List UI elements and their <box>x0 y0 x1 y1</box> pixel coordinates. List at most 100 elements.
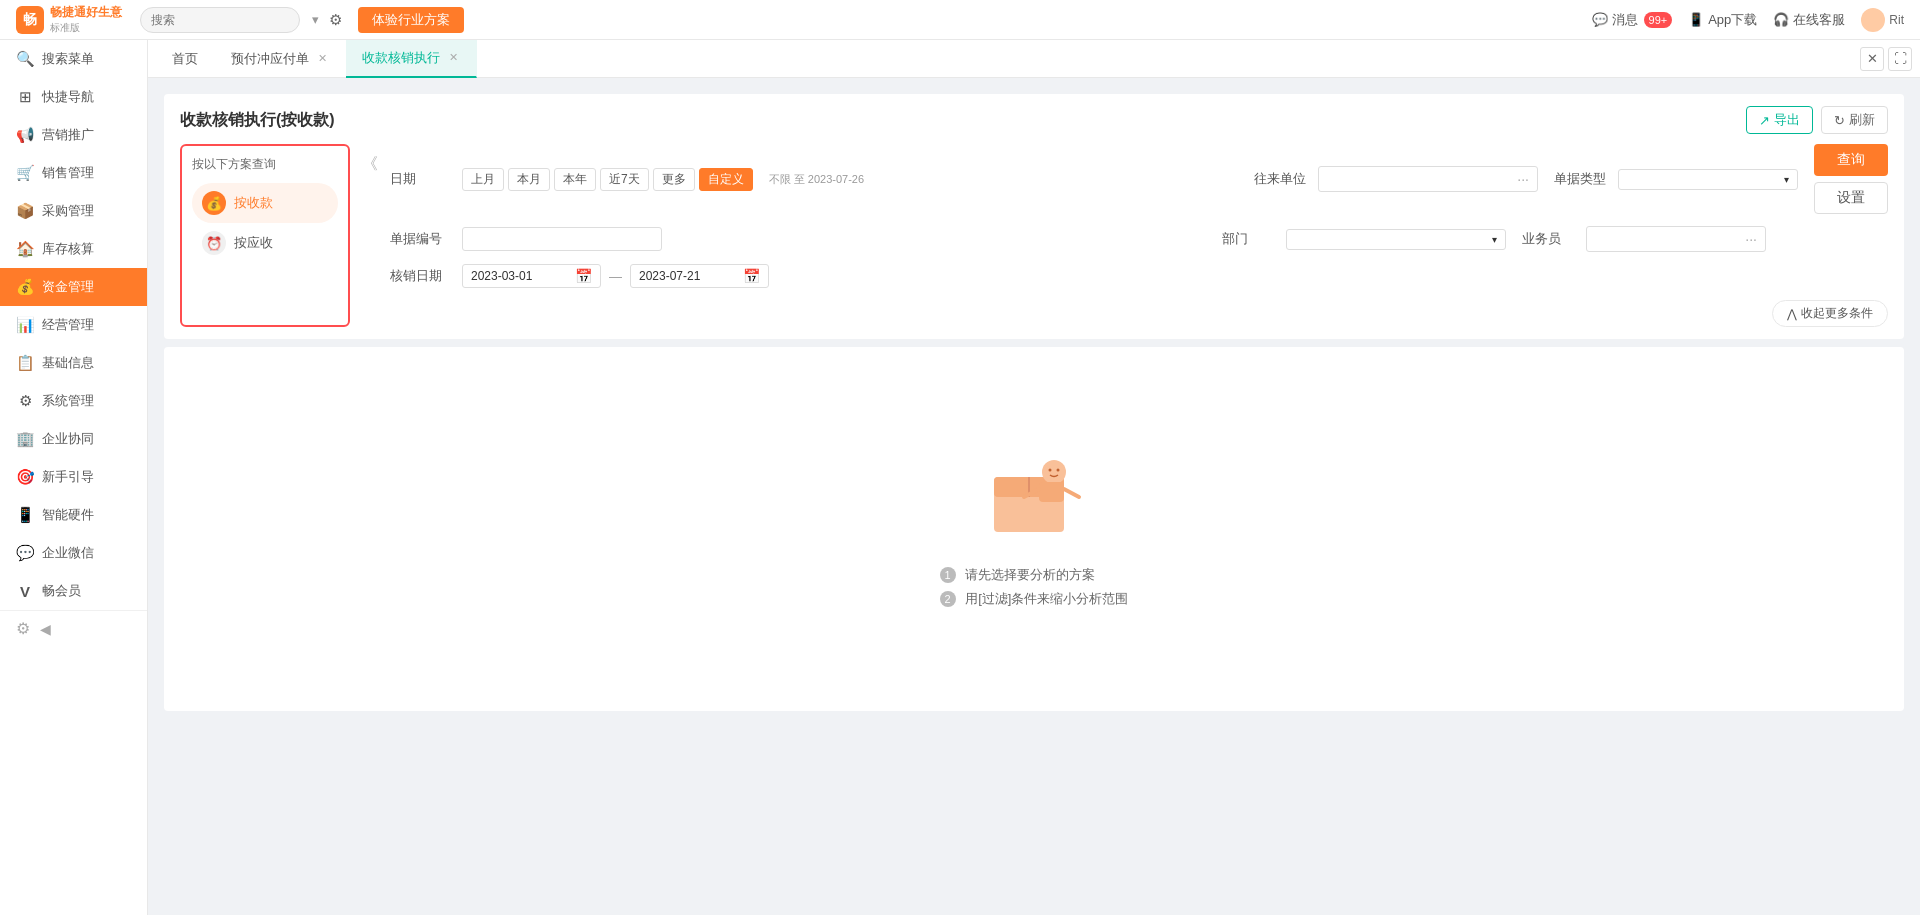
top-bar-right: 💬 消息 99+ 📱 App下载 🎧 在线客服 Rit <box>1592 8 1904 32</box>
refresh-button[interactable]: ↻ 刷新 <box>1821 106 1888 134</box>
sidebar-item-search-menu[interactable]: 🔍 搜索菜单 <box>0 40 147 78</box>
sidebar-label-wechat: 企业微信 <box>42 544 94 562</box>
tab-home-label: 首页 <box>172 50 198 68</box>
sidebar-item-hardware[interactable]: 📱 智能硬件 <box>0 496 147 534</box>
sidebar-bottom: ⚙ ◀ <box>0 610 147 646</box>
collapse-arrow[interactable]: 《 <box>362 144 378 327</box>
sidebar-item-business[interactable]: 📊 经营管理 <box>0 306 147 344</box>
hint-num-1: 1 <box>940 567 956 583</box>
bill-type-filter: 单据类型 ▾ <box>1554 169 1798 190</box>
tab-expand-button[interactable]: ⛶ <box>1888 47 1912 71</box>
collapse-more-row: ⋀ 收起更多条件 <box>390 300 1888 327</box>
tab-bar: 首页 预付冲应付单 ✕ 收款核销执行 ✕ ✕ ⛶ <box>148 40 1920 78</box>
collapse-more-button[interactable]: ⋀ 收起更多条件 <box>1772 300 1888 327</box>
dept-filter: 部门 ▾ <box>678 229 1506 250</box>
settings-icon[interactable]: ⚙ <box>329 11 342 29</box>
settings-button[interactable]: 设置 <box>1814 182 1888 214</box>
sidebar-item-purchase[interactable]: 📦 采购管理 <box>0 192 147 230</box>
date-btn-last-month[interactable]: 上月 <box>462 168 504 191</box>
marketing-icon: 📢 <box>16 126 34 144</box>
hint-text-1: 请先选择要分析的方案 <box>965 567 1095 582</box>
verify-date-end-input[interactable] <box>639 269 739 283</box>
sidebar-item-base-info[interactable]: 📋 基础信息 <box>0 344 147 382</box>
verify-date-label: 核销日期 <box>390 267 446 285</box>
date-btn-7days[interactable]: 近7天 <box>600 168 649 191</box>
empty-state: 1 请先选择要分析的方案 2 用[过滤]条件来缩小分析范围 <box>184 387 1884 671</box>
date-btn-custom[interactable]: 自定义 <box>699 168 753 191</box>
query-type-panel: 按以下方案查询 💰 按收款 ⏰ 按应收 <box>180 144 350 327</box>
filter-section: 按以下方案查询 💰 按收款 ⏰ 按应收 《 <box>180 144 1888 327</box>
sidebar-item-wechat[interactable]: 💬 企业微信 <box>0 534 147 572</box>
sidebar-item-system[interactable]: ⚙ 系统管理 <box>0 382 147 420</box>
calendar-start-icon[interactable]: 📅 <box>575 268 592 284</box>
verify-date-start-wrapper: 📅 <box>462 264 601 288</box>
settings-bottom-icon[interactable]: ⚙ <box>16 619 30 638</box>
online-service-item[interactable]: 🎧 在线客服 <box>1773 11 1845 29</box>
sidebar-item-finance[interactable]: 💰 资金管理 <box>0 268 147 306</box>
page-header-actions: ↗ 导出 ↻ 刷新 <box>1746 106 1888 134</box>
svg-point-7 <box>1049 469 1052 472</box>
message-item[interactable]: 💬 消息 99+ <box>1592 11 1673 29</box>
app-download-item[interactable]: 📱 App下载 <box>1688 11 1757 29</box>
date-btn-this-year[interactable]: 本年 <box>554 168 596 191</box>
sidebar-label-sales: 销售管理 <box>42 164 94 182</box>
tab-home[interactable]: 首页 <box>156 40 215 78</box>
tab-receivable-close[interactable]: ✕ <box>446 51 460 65</box>
purchase-icon: 📦 <box>16 202 34 220</box>
date-btn-this-month[interactable]: 本月 <box>508 168 550 191</box>
app-download-label: App下载 <box>1708 11 1757 29</box>
user-avatar <box>1861 8 1885 32</box>
logo-icon: 畅 <box>16 6 44 34</box>
tab-receivable[interactable]: 收款核销执行 ✕ <box>346 40 477 78</box>
content-area: 首页 预付冲应付单 ✕ 收款核销执行 ✕ ✕ ⛶ 收款核销执行(按收款) <box>148 40 1920 915</box>
date-btn-more[interactable]: 更多 <box>653 168 695 191</box>
unit-select[interactable]: ··· <box>1318 166 1538 192</box>
sidebar-item-inventory[interactable]: 🏠 库存核算 <box>0 230 147 268</box>
tab-close-all-button[interactable]: ✕ <box>1860 47 1884 71</box>
top-search-input[interactable] <box>140 7 300 33</box>
solution-button[interactable]: 体验行业方案 <box>358 7 464 33</box>
filter-row-1: 日期 上月 本月 本年 近7天 更多 自定义 不限 至 2023-07-26 <box>390 144 1888 214</box>
sidebar-label-member: 畅会员 <box>42 582 81 600</box>
bill-type-chevron-icon: ▾ <box>1784 174 1789 185</box>
verify-date-start-input[interactable] <box>471 269 571 283</box>
dept-select[interactable]: ▾ <box>1286 229 1506 250</box>
calendar-end-icon[interactable]: 📅 <box>743 268 760 284</box>
online-service-label: 在线客服 <box>1793 11 1845 29</box>
tab-prepay-close[interactable]: ✕ <box>315 52 329 66</box>
tab-prepay[interactable]: 预付冲应付单 ✕ <box>215 40 346 78</box>
refresh-icon: ↻ <box>1834 113 1845 128</box>
sidebar-item-sales[interactable]: 🛒 销售管理 <box>0 154 147 192</box>
chevron-up-icon: ⋀ <box>1787 307 1797 321</box>
chevron-left-icon[interactable]: 《 <box>362 154 378 175</box>
unit-select-icon: ··· <box>1517 171 1529 187</box>
sidebar-label-quicknav: 快捷导航 <box>42 88 94 106</box>
finance-icon: 💰 <box>16 278 34 296</box>
sidebar-item-quick-nav[interactable]: ⊞ 快捷导航 <box>0 78 147 116</box>
sidebar-item-member[interactable]: V 畅会员 <box>0 572 147 610</box>
sidebar-label-finance: 资金管理 <box>42 278 94 296</box>
query-button[interactable]: 查询 <box>1814 144 1888 176</box>
export-button[interactable]: ↗ 导出 <box>1746 106 1813 134</box>
receivable-icon: ⏰ <box>202 231 226 255</box>
sidebar-item-enterprise[interactable]: 🏢 企业协同 <box>0 420 147 458</box>
sidebar-label-marketing: 营销推广 <box>42 126 94 144</box>
sidebar-item-marketing[interactable]: 📢 营销推广 <box>0 116 147 154</box>
tab-bar-actions: ✕ ⛶ <box>1860 47 1912 71</box>
hardware-icon: 📱 <box>16 506 34 524</box>
sidebar-item-guide[interactable]: 🎯 新手引导 <box>0 458 147 496</box>
app-title: 畅捷通好生意 <box>50 4 122 21</box>
page-header-section: 收款核销执行(按收款) ↗ 导出 ↻ 刷新 <box>164 94 1904 339</box>
base-info-icon: 📋 <box>16 354 34 372</box>
query-type-by-receipt[interactable]: 💰 按收款 <box>192 183 338 223</box>
user-item[interactable]: Rit <box>1861 8 1904 32</box>
sidebar-label-hardware: 智能硬件 <box>42 506 94 524</box>
chevron-down-icon[interactable]: ▾ <box>312 12 319 27</box>
query-type-by-receivable[interactable]: ⏰ 按应收 <box>192 223 338 263</box>
username-label: Rit <box>1889 13 1904 27</box>
filter-row-2: 单据编号 部门 ▾ 业务员 <box>390 226 1888 252</box>
staff-select[interactable]: ··· <box>1586 226 1766 252</box>
collapse-sidebar-button[interactable]: ◀ <box>40 621 51 637</box>
bill-no-input[interactable] <box>462 227 662 251</box>
bill-type-select[interactable]: ▾ <box>1618 169 1798 190</box>
